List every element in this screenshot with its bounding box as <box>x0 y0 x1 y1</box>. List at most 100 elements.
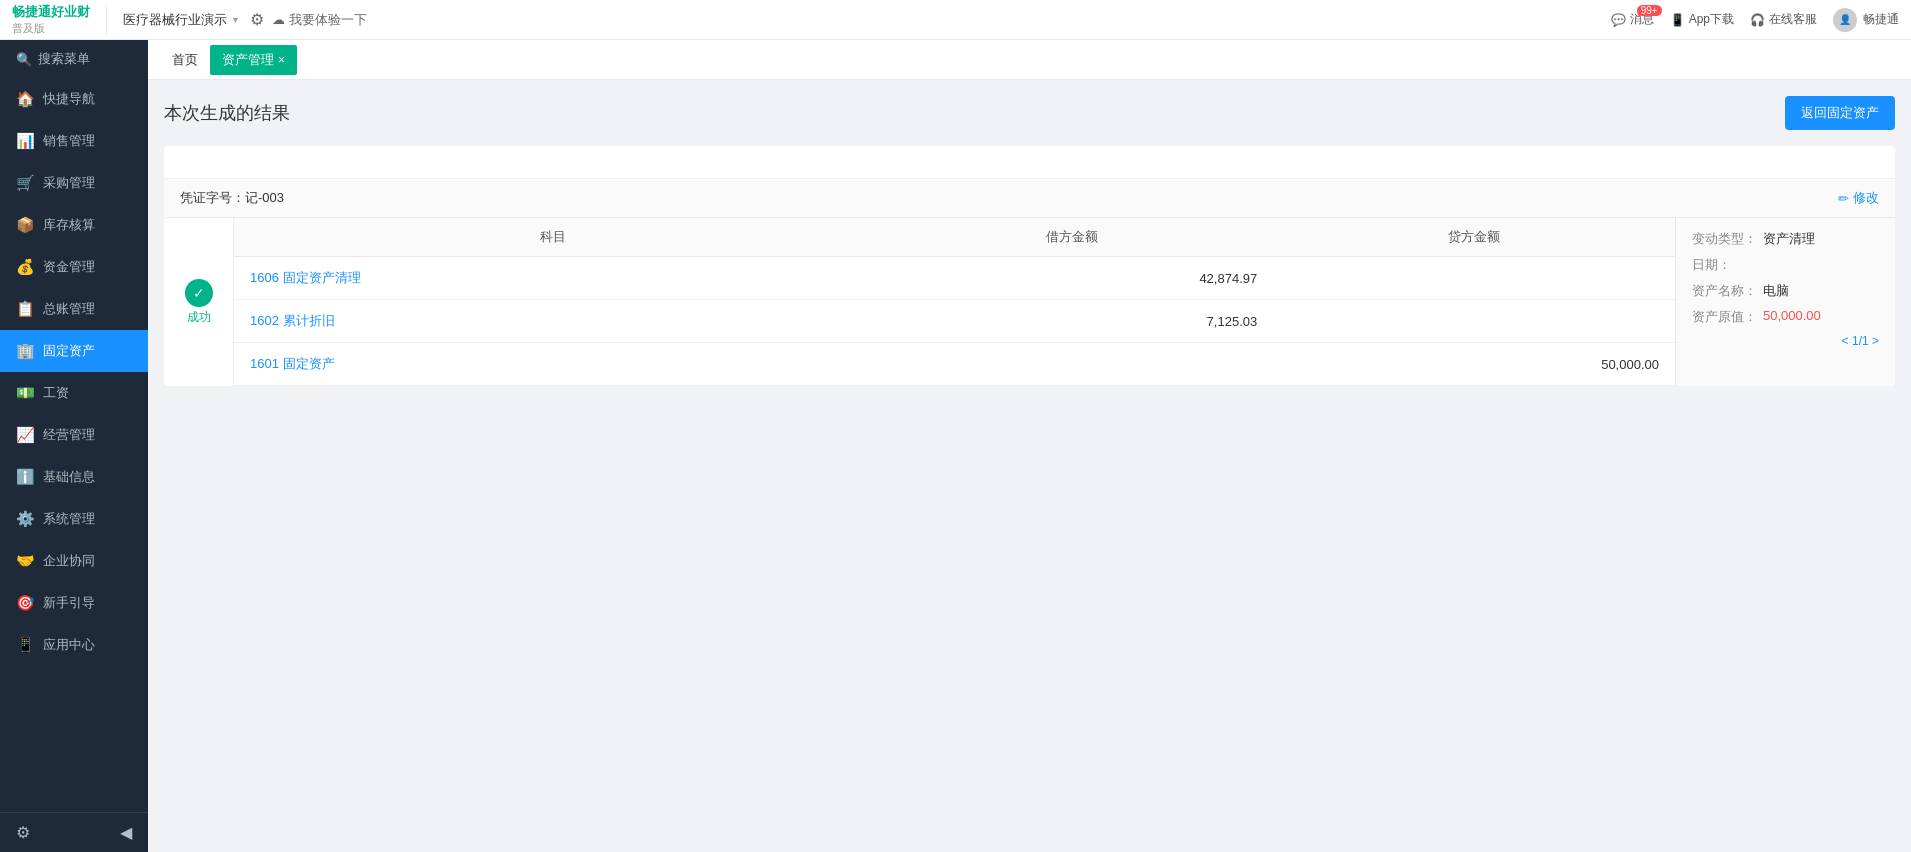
home-icon: 🏠 <box>16 90 35 108</box>
guide-icon: 🎯 <box>16 594 35 612</box>
page-header: 本次生成的结果 返回固定资产 <box>164 96 1895 130</box>
status-text: 成功 <box>187 309 211 326</box>
notification-badge: 99+ <box>1637 5 1662 16</box>
app-download-button[interactable]: 📱 App下载 <box>1670 11 1734 28</box>
brand-logo: 畅捷通好业财 普及版 <box>12 3 90 36</box>
sidebar-settings-icon[interactable]: ⚙ <box>16 823 30 842</box>
chevron-down-icon: ▾ <box>233 14 238 25</box>
asset-value-label: 资产原值： <box>1692 308 1757 326</box>
sidebar-item-label-fixed-assets: 固定资产 <box>43 342 95 360</box>
notification-button[interactable]: 💬 消息 99+ <box>1611 11 1654 28</box>
sidebar-item-label-basic-info: 基础信息 <box>43 468 95 486</box>
inventory-icon: 📦 <box>16 216 35 234</box>
online-support-label: 在线客服 <box>1769 11 1817 28</box>
voucher-number: 凭证字号：记-003 <box>180 189 284 207</box>
sidebar-item-label-salary: 工资 <box>43 384 69 402</box>
brand-name: 畅捷通好业财 <box>12 3 90 21</box>
sidebar-item-fixed-assets[interactable]: 🏢 固定资产 <box>0 330 148 372</box>
next-page-icon[interactable]: > <box>1872 334 1879 348</box>
sidebar-item-label-search: 搜索菜单 <box>38 50 90 68</box>
sidebar-item-label-system: 系统管理 <box>43 510 95 528</box>
experience-button[interactable]: ☁ 我要体验一下 <box>272 11 367 29</box>
company-selector[interactable]: 医疗器械行业演示 ▾ <box>123 11 238 29</box>
fixed-assets-icon: 🏢 <box>16 342 35 360</box>
online-support-icon: 🎧 <box>1750 13 1765 27</box>
row3-credit: 50,000.00 <box>1273 343 1675 386</box>
experience-icon: ☁ <box>272 12 285 27</box>
asset-value-row: 资产原值： 50,000.00 <box>1692 308 1879 326</box>
online-support-button[interactable]: 🎧 在线客服 <box>1750 11 1817 28</box>
date-label: 日期： <box>1692 256 1731 274</box>
sidebar-item-funds[interactable]: 💰 资金管理 <box>0 246 148 288</box>
page-title: 本次生成的结果 <box>164 101 290 125</box>
sidebar-item-operations[interactable]: 📈 经营管理 <box>0 414 148 456</box>
sidebar-item-label-operations: 经营管理 <box>43 426 95 444</box>
sidebar: 🔍 搜索菜单 🏠 快捷导航 📊 销售管理 🛒 采购管理 📦 库存核算 💰 资金管… <box>0 40 148 852</box>
prev-page-icon[interactable]: < <box>1842 334 1849 348</box>
voucher-table: 科目 借方金额 贷方金额 1606 固定资产清理 42,874. <box>234 218 1675 386</box>
sidebar-item-sales[interactable]: 📊 销售管理 <box>0 120 148 162</box>
edit-button[interactable]: ✏ 修改 <box>1838 189 1879 207</box>
tab-asset-management-label: 资产管理 <box>222 51 274 69</box>
tab-asset-management[interactable]: 资产管理 × <box>210 45 297 75</box>
voucher-section: 凭证字号：记-003 ✏ 修改 ✓ 成功 <box>164 179 1895 386</box>
table-row: 1602 累计折旧 7,125.03 <box>234 300 1675 343</box>
funds-icon: 💰 <box>16 258 35 276</box>
voucher-header: 凭证字号：记-003 ✏ 修改 <box>164 179 1895 218</box>
avatar: 👤 <box>1833 8 1857 32</box>
sidebar-item-label-ledger: 总账管理 <box>43 300 95 318</box>
sidebar-item-system[interactable]: ⚙️ 系统管理 <box>0 498 148 540</box>
sidebar-item-label-app-center: 应用中心 <box>43 636 95 654</box>
sidebar-item-label-purchase: 采购管理 <box>43 174 95 192</box>
sidebar-item-label-funds: 资金管理 <box>43 258 95 276</box>
return-button[interactable]: 返回固定资产 <box>1785 96 1895 130</box>
settings-icon[interactable]: ⚙ <box>250 10 264 29</box>
sidebar-item-app-center[interactable]: 📱 应用中心 <box>0 624 148 666</box>
sidebar-item-basic-info[interactable]: ℹ️ 基础信息 <box>0 456 148 498</box>
table-row: 1601 固定资产 50,000.00 <box>234 343 1675 386</box>
content-area: 首页 资产管理 × 本次生成的结果 返回固定资产 <box>148 40 1911 852</box>
tab-close-icon[interactable]: × <box>278 53 285 67</box>
pagination-text: 1/1 <box>1852 334 1872 348</box>
result-box: 凭证字号：记-003 ✏ 修改 ✓ 成功 <box>164 146 1895 386</box>
edit-label: 修改 <box>1853 189 1879 207</box>
tab-bar: 首页 资产管理 × <box>148 40 1911 80</box>
operations-icon: 📈 <box>16 426 35 444</box>
basic-info-icon: ℹ️ <box>16 468 35 486</box>
sidebar-item-purchase[interactable]: 🛒 采购管理 <box>0 162 148 204</box>
sidebar-collapse-icon[interactable]: ◀ <box>120 823 132 842</box>
user-profile-button[interactable]: 👤 畅捷通 <box>1833 8 1899 32</box>
success-icon: ✓ <box>185 279 213 307</box>
sidebar-item-search[interactable]: 🔍 搜索菜单 <box>0 40 148 78</box>
row2-debit: 7,125.03 <box>871 300 1273 343</box>
sidebar-item-label-cooperation: 企业协同 <box>43 552 95 570</box>
sidebar-item-inventory[interactable]: 📦 库存核算 <box>0 204 148 246</box>
sidebar-item-quick-nav[interactable]: 🏠 快捷导航 <box>0 78 148 120</box>
pagination: < 1/1 > <box>1692 334 1879 348</box>
sidebar-item-ledger[interactable]: 📋 总账管理 <box>0 288 148 330</box>
sidebar-item-label-inventory: 库存核算 <box>43 216 95 234</box>
sidebar-bottom: ⚙ ◀ <box>0 812 148 852</box>
tab-home[interactable]: 首页 <box>164 51 206 69</box>
col-subject: 科目 <box>234 218 871 257</box>
edit-icon: ✏ <box>1838 191 1849 206</box>
row1-debit: 42,874.97 <box>871 257 1273 300</box>
sidebar-item-salary[interactable]: 💵 工资 <box>0 372 148 414</box>
user-label: 畅捷通 <box>1863 11 1899 28</box>
app-download-icon: 📱 <box>1670 13 1685 27</box>
notification-icon: 💬 <box>1611 13 1626 27</box>
topbar-left: 畅捷通好业财 普及版 医疗器械行业演示 ▾ ⚙ ☁ 我要体验一下 <box>12 3 367 36</box>
change-type-value: 资产清理 <box>1763 230 1815 248</box>
topbar: 畅捷通好业财 普及版 医疗器械行业演示 ▾ ⚙ ☁ 我要体验一下 💬 消息 99… <box>0 0 1911 40</box>
page-content: 本次生成的结果 返回固定资产 凭证字号：记-003 ✏ 修改 <box>148 80 1911 852</box>
row2-subject: 1602 累计折旧 <box>234 300 871 343</box>
app-center-icon: 📱 <box>16 636 35 654</box>
sidebar-item-cooperation[interactable]: 🤝 企业协同 <box>0 540 148 582</box>
sidebar-item-label-quick-nav: 快捷导航 <box>43 90 95 108</box>
brand-edition: 普及版 <box>12 21 90 36</box>
table-row: 1606 固定资产清理 42,874.97 <box>234 257 1675 300</box>
main-layout: 🔍 搜索菜单 🏠 快捷导航 📊 销售管理 🛒 采购管理 📦 库存核算 💰 资金管… <box>0 40 1911 852</box>
row3-subject: 1601 固定资产 <box>234 343 871 386</box>
sidebar-item-guide[interactable]: 🎯 新手引导 <box>0 582 148 624</box>
col-debit: 借方金额 <box>871 218 1273 257</box>
